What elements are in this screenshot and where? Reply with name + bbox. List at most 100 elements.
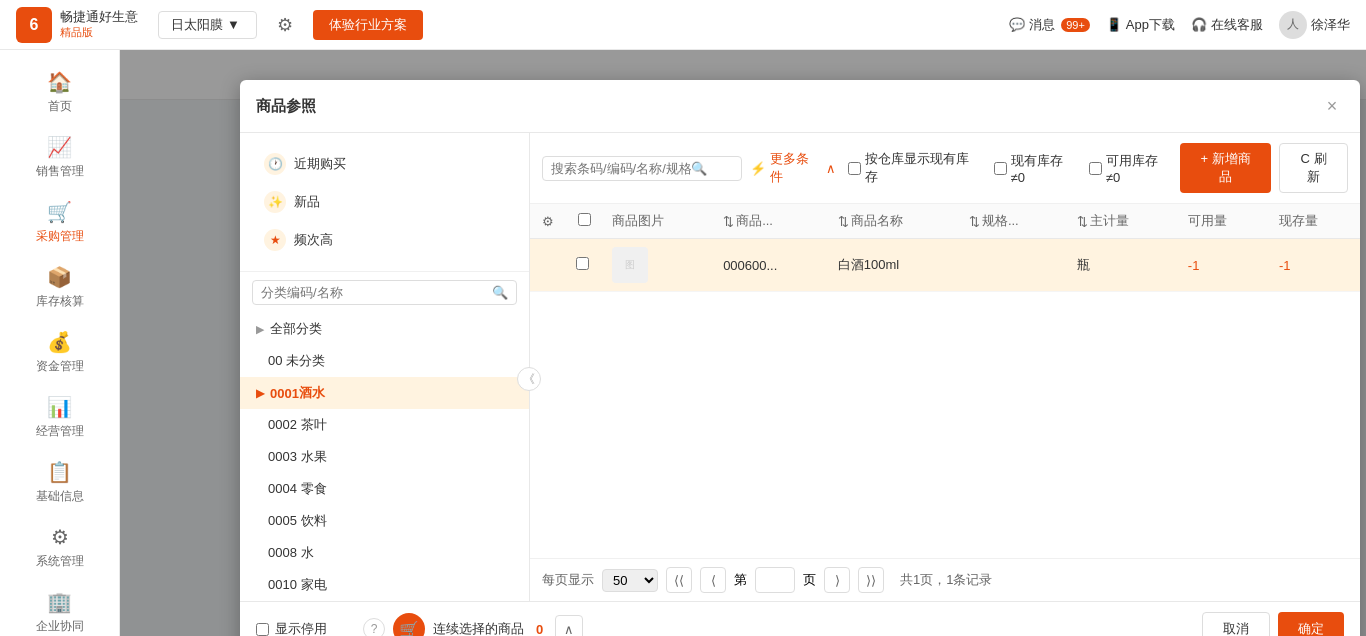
page-total-info: 共1页，1条记录 [900, 571, 992, 589]
select-all-checkbox[interactable] [578, 213, 591, 226]
row-image-cell: 图 [602, 239, 713, 292]
nav-user[interactable]: 人 徐泽华 [1279, 11, 1350, 39]
sidebar-item-home[interactable]: 🏠 首页 [0, 60, 119, 125]
basics-icon: 📋 [47, 460, 72, 484]
nav-message[interactable]: 💬 消息 99+ [1009, 16, 1090, 34]
right-panel: 🔍 ⚡ 更多条件 ∧ 按仓库显示现有库存 [530, 133, 1360, 601]
sidebar-item-basics[interactable]: 📋 基础信息 [0, 450, 119, 515]
category-item-appliances[interactable]: 0010 家电 [240, 569, 529, 601]
nav-app-download[interactable]: 📱 App下载 [1106, 16, 1175, 34]
sidebar-item-purchase[interactable]: 🛒 采购管理 [0, 190, 119, 255]
th-product-name[interactable]: ⇅ 商品名称 [828, 204, 959, 239]
checkbox-usable-nonzero[interactable]: 可用库存≠0 [1089, 152, 1172, 185]
nav-selector[interactable]: 日太阳膜 ▼ [158, 11, 257, 39]
selected-count: 0 [536, 622, 543, 637]
th-stock-qty: 现存量 [1269, 204, 1360, 239]
th-product-code[interactable]: ⇅ 商品... [713, 204, 828, 239]
next-page-button[interactable]: ⟩ [824, 567, 850, 593]
category-item-alcohol[interactable]: ▶ 0001 酒水 [240, 377, 529, 409]
th-product-image: 商品图片 [602, 204, 713, 239]
table-row[interactable]: 图 000600... 白酒100ml 瓶 -1 -1 [530, 239, 1360, 292]
modal-header: 商品参照 × [240, 80, 1360, 133]
search-icon[interactable]: 🔍 [691, 161, 707, 176]
category-item-beverages[interactable]: 0005 饮料 [240, 505, 529, 537]
sidebar-item-system[interactable]: ⚙ 系统管理 [0, 515, 119, 580]
help-icon[interactable]: ? [363, 618, 385, 636]
confirm-button[interactable]: 确定 [1278, 612, 1344, 636]
page-number-input[interactable]: 1 [755, 567, 795, 593]
quick-filter-list: 🕐 近期购买 ✨ 新品 ★ 频次高 [252, 145, 517, 259]
page-size-select[interactable]: 50 100 [602, 569, 658, 592]
th-product-unit[interactable]: ⇅ 主计量 [1067, 204, 1178, 239]
page-word: 第 [734, 571, 747, 589]
category-item-water[interactable]: 0008 水 [240, 537, 529, 569]
inventory-icon: 📦 [47, 265, 72, 289]
quick-filter-frequent[interactable]: ★ 频次高 [252, 221, 517, 259]
product-table-wrap: ⚙ 商品图片 ⇅ 商品... [530, 204, 1360, 558]
sidebar-item-sales[interactable]: 📈 销售管理 [0, 125, 119, 190]
row-spec-cell [959, 239, 1067, 292]
chevron-up-icon: ∧ [826, 161, 836, 176]
collapse-cart-button[interactable]: ∧ [555, 615, 583, 636]
row-checkbox[interactable] [576, 257, 589, 270]
message-icon: 💬 [1009, 17, 1025, 32]
more-filter-button[interactable]: ⚡ 更多条件 ∧ [750, 150, 836, 186]
category-item-tea[interactable]: 0002 茶叶 [240, 409, 529, 441]
category-search-icon[interactable]: 🔍 [492, 285, 508, 300]
row-unit-cell: 瓶 [1067, 239, 1178, 292]
quick-filter-new[interactable]: ✨ 新品 [252, 183, 517, 221]
quick-filter-recent[interactable]: 🕐 近期购买 [252, 145, 517, 183]
selected-text: 连续选择的商品 [433, 620, 524, 636]
add-product-button[interactable]: + 新增商品 [1180, 143, 1271, 193]
nav-customer-service[interactable]: 🎧 在线客服 [1191, 16, 1263, 34]
show-disabled-checkbox[interactable] [256, 623, 269, 636]
prev-page-button[interactable]: ⟨ [700, 567, 726, 593]
category-item-all[interactable]: ▶ 全部分类 [240, 313, 529, 345]
experience-button[interactable]: 体验行业方案 [313, 10, 423, 40]
recent-icon: 🕐 [264, 153, 286, 175]
first-page-button[interactable]: ⟨⟨ [666, 567, 692, 593]
product-reference-modal: 商品参照 × 🕐 近期购买 ✨ [240, 80, 1360, 636]
product-search-input[interactable] [551, 161, 691, 176]
home-icon: 🏠 [47, 70, 72, 94]
show-disabled-checkbox-wrap[interactable]: 显示停用 [256, 620, 327, 636]
category-search-input[interactable] [261, 285, 492, 300]
table-header: ⚙ 商品图片 ⇅ 商品... [530, 204, 1360, 239]
sidebar-item-enterprise[interactable]: 🏢 企业协同 [0, 580, 119, 636]
th-product-spec[interactable]: ⇅ 规格... [959, 204, 1067, 239]
headset-icon: 🎧 [1191, 17, 1207, 32]
cancel-button[interactable]: 取消 [1202, 612, 1270, 636]
modal-close-button[interactable]: × [1320, 94, 1344, 118]
sidebar-item-operations[interactable]: 📊 经营管理 [0, 385, 119, 450]
modal-title: 商品参照 [256, 97, 316, 116]
category-item-uncategorized[interactable]: 00 未分类 [240, 345, 529, 377]
th-available-qty: 可用量 [1178, 204, 1269, 239]
left-panel: 🕐 近期购买 ✨ 新品 ★ 频次高 [240, 133, 530, 601]
top-nav: 6 畅捷通好生意 精品版 日太阳膜 ▼ ⚙ 体验行业方案 💬 消息 99+ 📱 … [0, 0, 1366, 50]
action-buttons: + 新增商品 C 刷新 [1180, 143, 1348, 193]
purchase-icon: 🛒 [47, 200, 72, 224]
quick-filter-section: 🕐 近期购买 ✨ 新品 ★ 频次高 [240, 133, 529, 272]
th-settings[interactable]: ⚙ [530, 204, 566, 239]
panel-collapse-button[interactable]: 《 [517, 367, 541, 391]
cart-icon[interactable]: 🛒 [393, 613, 425, 636]
checkbox-warehouse-stock[interactable]: 按仓库显示现有库存 [848, 150, 982, 186]
mobile-icon: 📱 [1106, 17, 1122, 32]
row-checkbox-cell [566, 239, 602, 292]
page-label: 页 [803, 571, 816, 589]
content-area: 商品参照 × 🕐 近期购买 ✨ [120, 50, 1366, 636]
last-page-button[interactable]: ⟩⟩ [858, 567, 884, 593]
sidebar-item-finance[interactable]: 💰 资金管理 [0, 320, 119, 385]
checkbox-available-nonzero[interactable]: 现有库存≠0 [994, 152, 1077, 185]
frequent-icon: ★ [264, 229, 286, 251]
sidebar-item-inventory[interactable]: 📦 库存核算 [0, 255, 119, 320]
logo-icon: 6 [16, 7, 52, 43]
modal-body: 🕐 近期购买 ✨ 新品 ★ 频次高 [240, 133, 1360, 601]
sidebar: 🏠 首页 📈 销售管理 🛒 采购管理 📦 库存核算 💰 资金管理 📊 经营管理 … [0, 50, 120, 636]
category-item-snacks[interactable]: 0004 零食 [240, 473, 529, 505]
refresh-button[interactable]: C 刷新 [1279, 143, 1348, 193]
settings-icon[interactable]: ⚙ [269, 9, 301, 41]
category-item-fruit[interactable]: 0003 水果 [240, 441, 529, 473]
logo-area: 6 畅捷通好生意 精品版 [16, 7, 138, 43]
footer-cart-section: ? 🛒 连续选择的商品 0 ∧ [363, 613, 583, 636]
